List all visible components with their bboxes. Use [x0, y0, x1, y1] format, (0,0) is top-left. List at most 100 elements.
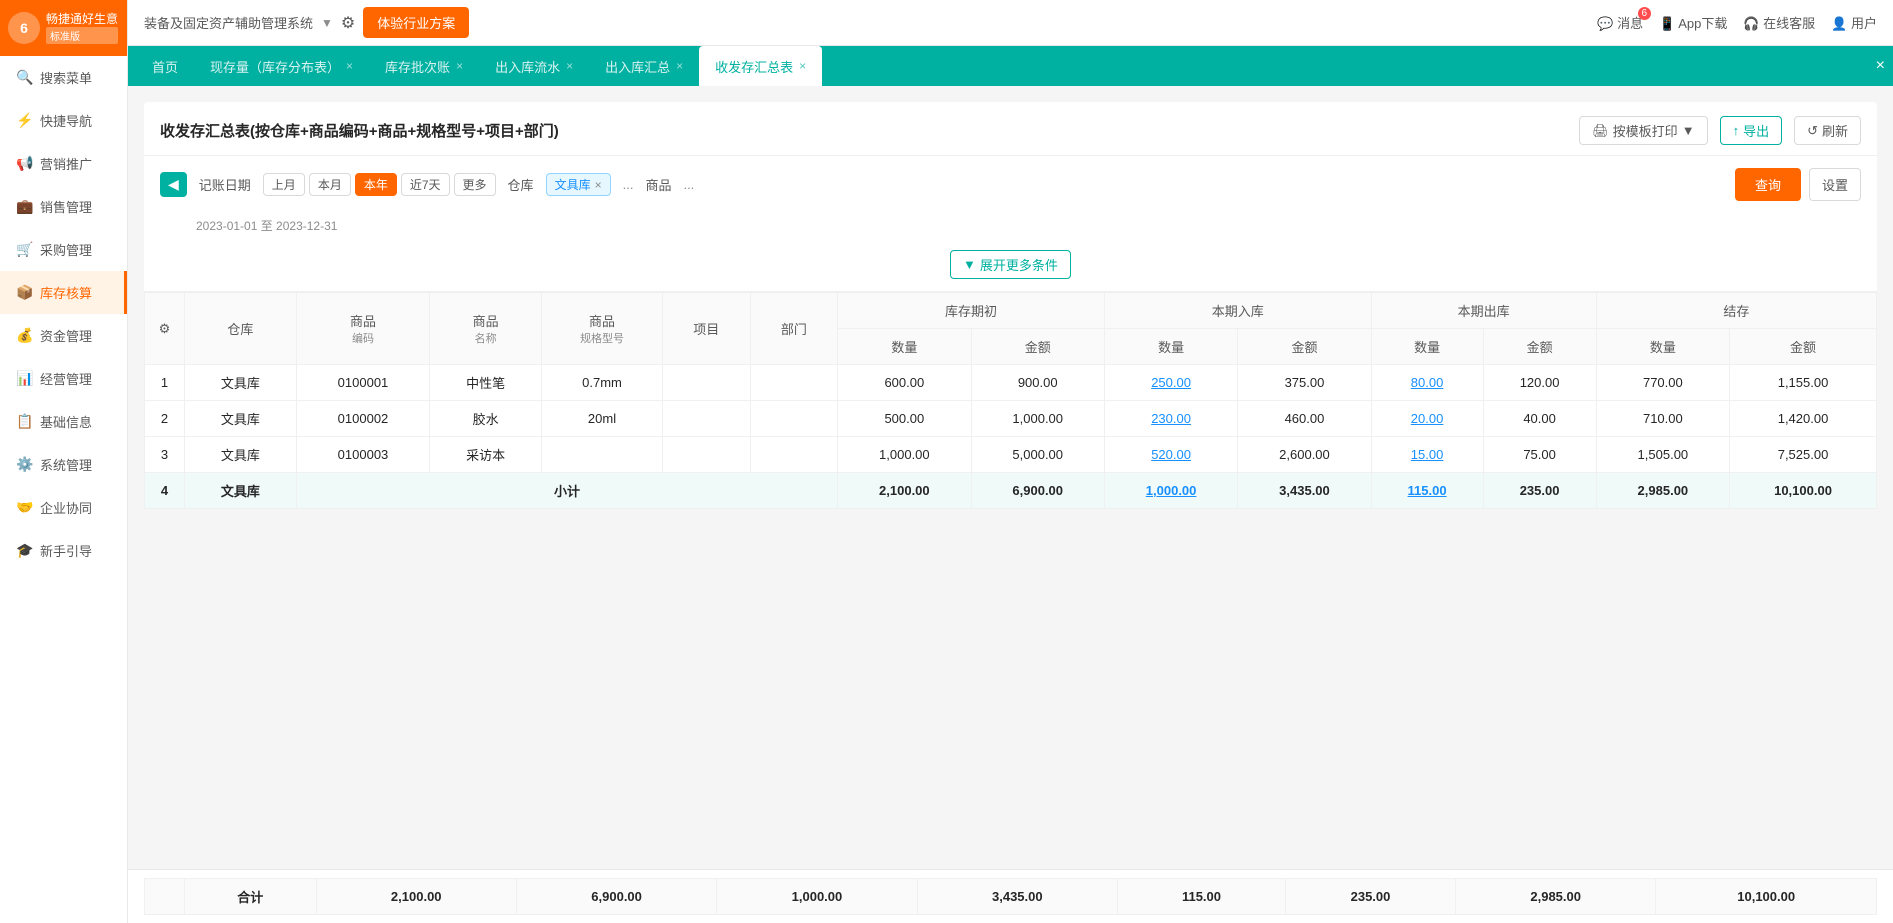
sidebar-item-marketing[interactable]: 📢 营销推广	[0, 142, 127, 185]
sidebar-item-guide[interactable]: 🎓 新手引导	[0, 529, 127, 572]
sidebar-logo: 6 畅捷通好生意 标准版	[0, 0, 127, 56]
date-btn-last-month[interactable]: 上月	[263, 173, 305, 196]
row-balance-amt: 1,155.00	[1730, 365, 1877, 401]
sidebar-item-purchase[interactable]: 🛒 采购管理	[0, 228, 127, 271]
tab-label: 收发存汇总表	[715, 57, 793, 76]
row-spec: 0.7mm	[541, 365, 662, 401]
row-no: 1	[145, 365, 185, 401]
tab-inout-summary[interactable]: 出入库汇总 ×	[589, 46, 699, 86]
graduate-icon: 🎓	[16, 542, 32, 559]
sidebar-item-quicknav[interactable]: ⚡ 快捷导航	[0, 99, 127, 142]
tab-bar: 首页 现存量（库存分布表） × 库存批次账 × 出入库流水 × 出入库汇总 × …	[128, 46, 1893, 86]
date-btn-7days[interactable]: 近7天	[401, 173, 450, 196]
row-project	[663, 437, 751, 473]
goods-more-btn[interactable]: ...	[683, 177, 694, 192]
row-project	[663, 365, 751, 401]
tab-close-icon[interactable]: ×	[346, 59, 353, 73]
dept-column-header: 部门	[750, 293, 838, 365]
name-column-header: 商品名称	[430, 293, 542, 365]
filter-collapse-button[interactable]: ◀	[160, 172, 187, 197]
table-row: 2 文具库 0100002 胶水 20ml 500.00 1,000.00 23…	[145, 401, 1877, 437]
sidebar-item-enterprise[interactable]: 🤝 企业协同	[0, 486, 127, 529]
online-service[interactable]: 🎧 在线客服	[1743, 13, 1815, 32]
out-amt-header: 金额	[1483, 329, 1596, 365]
sidebar-item-system[interactable]: ⚙️ 系统管理	[0, 443, 127, 486]
row-out-qty[interactable]: 20.00	[1371, 401, 1483, 437]
row-in-qty[interactable]: 520.00	[1104, 437, 1237, 473]
footer-balance-amt: 10,100.00	[1656, 879, 1877, 915]
sidebar-item-inventory[interactable]: 📦 库存核算	[0, 271, 127, 314]
message-icon: 💬	[1597, 16, 1613, 31]
sidebar-item-label: 营销推广	[40, 154, 92, 173]
date-btn-more[interactable]: 更多	[454, 173, 496, 196]
expand-more-button[interactable]: ▼ 展开更多条件	[950, 250, 1071, 279]
subtotal-balance-qty: 2,985.00	[1596, 473, 1729, 509]
expand-icon: ▼	[963, 257, 976, 272]
footer-out-qty: 115.00	[1117, 879, 1285, 915]
subtotal-out-qty[interactable]: 115.00	[1371, 473, 1483, 509]
gear-settings-icon[interactable]: ⚙	[341, 13, 355, 33]
row-out-amt: 120.00	[1483, 365, 1596, 401]
row-name: 中性笔	[430, 365, 542, 401]
sidebar-item-sales[interactable]: 💼 销售管理	[0, 185, 127, 228]
tab-home[interactable]: 首页	[136, 46, 194, 86]
subtotal-in-qty[interactable]: 1,000.00	[1104, 473, 1237, 509]
export-button[interactable]: ↑ 导出	[1720, 116, 1783, 145]
sidebar-item-finance[interactable]: 💰 资金管理	[0, 314, 127, 357]
sidebar-item-label: 销售管理	[40, 197, 92, 216]
row-in-qty[interactable]: 250.00	[1104, 365, 1237, 401]
tab-close-icon[interactable]: ×	[676, 59, 683, 73]
sidebar: 6 畅捷通好生意 标准版 🔍 搜索菜单 ⚡ 快捷导航 📢 营销推广 💼 销售管理…	[0, 0, 128, 923]
row-period-start-qty: 500.00	[838, 401, 971, 437]
subtotal-period-start-amt: 6,900.00	[971, 473, 1104, 509]
row-period-start-amt: 5,000.00	[971, 437, 1104, 473]
sidebar-item-label: 基础信息	[40, 412, 92, 431]
row-period-start-qty: 1,000.00	[838, 437, 971, 473]
row-in-qty[interactable]: 230.00	[1104, 401, 1237, 437]
sidebar-item-search[interactable]: 🔍 搜索菜单	[0, 56, 127, 99]
date-btn-this-month[interactable]: 本月	[309, 173, 351, 196]
message-badge[interactable]: 💬 消息 6	[1597, 13, 1643, 32]
warehouse-tag-value: 文具库	[555, 176, 591, 193]
warehouse-tag-close[interactable]: ×	[595, 178, 602, 192]
print-button[interactable]: 🖨 按模板打印 ▼	[1579, 116, 1707, 145]
close-all-tabs-button[interactable]: ×	[1876, 57, 1885, 75]
refresh-button[interactable]: ↺ 刷新	[1794, 116, 1861, 145]
tab-close-icon[interactable]: ×	[456, 59, 463, 73]
settings-column-header[interactable]: ⚙	[145, 293, 185, 365]
trial-button[interactable]: 体验行业方案	[363, 7, 469, 38]
tab-close-icon[interactable]: ×	[799, 59, 806, 73]
tab-receive-send-summary[interactable]: 收发存汇总表 ×	[699, 46, 822, 86]
footer-balance-qty: 2,985.00	[1456, 879, 1656, 915]
chevron-down-icon: ▼	[1682, 123, 1695, 138]
headset-icon: 🎧	[1743, 16, 1759, 31]
warehouse-more-btn[interactable]: ...	[623, 177, 634, 192]
date-btn-this-year[interactable]: 本年	[355, 173, 397, 196]
sidebar-item-basicinfo[interactable]: 📋 基础信息	[0, 400, 127, 443]
user-menu[interactable]: 👤 用户	[1831, 13, 1877, 32]
footer-in-qty: 1,000.00	[717, 879, 917, 915]
warehouse-filter-tag: 文具库 ×	[546, 173, 611, 196]
table-row: 3 文具库 0100003 采访本 1,000.00 5,000.00 520.…	[145, 437, 1877, 473]
cart-icon: 🛒	[16, 241, 32, 258]
app-download[interactable]: 📱 App下载	[1659, 13, 1727, 32]
query-button[interactable]: 查询	[1735, 168, 1801, 201]
logo-icon: 6	[8, 12, 40, 44]
tab-close-icon[interactable]: ×	[566, 59, 573, 73]
subtotal-row: 4 文具库 小计 2,100.00 6,900.00 1,000.00 3,43…	[145, 473, 1877, 509]
sidebar-item-management[interactable]: 📊 经营管理	[0, 357, 127, 400]
lightning-icon: ⚡	[16, 112, 32, 129]
tab-inventory-distribution[interactable]: 现存量（库存分布表） ×	[194, 46, 369, 86]
in-group-header: 本期入库	[1104, 293, 1371, 329]
row-out-qty[interactable]: 80.00	[1371, 365, 1483, 401]
logo-tag: 标准版	[46, 27, 118, 44]
footer-out-amt: 235.00	[1285, 879, 1455, 915]
tab-batch-account[interactable]: 库存批次账 ×	[369, 46, 479, 86]
sidebar-item-label: 经营管理	[40, 369, 92, 388]
tab-inout-flow[interactable]: 出入库流水 ×	[479, 46, 589, 86]
set-button[interactable]: 设置	[1809, 168, 1861, 201]
date-buttons-group: 上月 本月 本年 近7天 更多	[263, 173, 496, 196]
row-balance-amt: 1,420.00	[1730, 401, 1877, 437]
row-out-amt: 75.00	[1483, 437, 1596, 473]
row-out-qty[interactable]: 15.00	[1371, 437, 1483, 473]
